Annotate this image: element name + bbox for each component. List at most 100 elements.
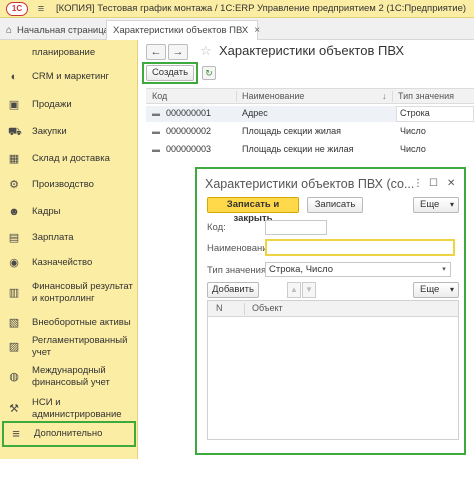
table-row[interactable]: ▬ 000000001 Адрес Строка (146, 106, 474, 122)
sidebar-item-purchases[interactable]: ⛟ Закупки (0, 125, 138, 139)
code-field[interactable] (265, 220, 327, 235)
sidebar-item-crm[interactable]: ◐ CRM и маркетинг (0, 70, 138, 84)
more-options-icon[interactable]: ⋮ (413, 178, 423, 189)
hr-icon: ☻ (8, 206, 20, 218)
type-label: Тип значения: (207, 265, 269, 276)
treasury-icon: ◉ (9, 257, 19, 269)
create-button[interactable]: Создать (146, 65, 194, 81)
chevron-down-icon: ▾ (449, 200, 454, 209)
dialog-title: Характеристики объектов ПВХ (со... (205, 177, 415, 191)
close-tab-icon[interactable]: × (254, 25, 260, 36)
column-header-n[interactable]: N (216, 303, 223, 313)
row-type: Число (400, 144, 426, 154)
row-item-icon: ▬ (152, 145, 160, 154)
value-type-field[interactable]: Строка, Число ▾ (265, 262, 451, 277)
sidebar-item-additional[interactable]: ≡ Дополнительно (2, 421, 136, 447)
menu-icon[interactable]: ≡ (34, 2, 48, 16)
warehouse-icon: ▦ (8, 153, 20, 165)
refresh-icon[interactable]: ↻ (202, 66, 216, 80)
finance-icon: ▥ (8, 287, 20, 299)
sidebar-item-production[interactable]: ⚙ Производство (0, 178, 138, 192)
characteristic-dialog: Характеристики объектов ПВХ (со... ⋮ ☐ ✕… (195, 167, 466, 455)
accounting-icon: ▨ (8, 341, 20, 353)
table-row[interactable]: ▬ 000000002 Площадь секции жилая Число (146, 124, 474, 140)
sidebar-item-hr[interactable]: ☻ Кадры (0, 205, 138, 219)
tab-bar: ⌂ Начальная страница Характеристики объе… (0, 18, 474, 40)
sidebar-item-planning[interactable]: планирование (0, 46, 138, 60)
code-label: Код: (207, 222, 226, 233)
row-type: Число (400, 126, 426, 136)
name-field[interactable] (265, 239, 455, 256)
row-code: 000000002 (166, 126, 212, 136)
column-header-object[interactable]: Объект (252, 303, 283, 313)
page-title: Характеристики объектов ПВХ (219, 43, 405, 58)
sort-icon: ↓ (382, 91, 387, 101)
window-titlebar: 1С ≡ [КОПИЯ] Тестовая график монтажа / 1… (0, 0, 474, 18)
favorite-star-icon[interactable]: ☆ (200, 43, 212, 59)
assets-icon: ▧ (8, 317, 20, 329)
row-name: Площадь секции жилая (242, 126, 342, 136)
row-code: 000000001 (166, 108, 212, 118)
row-item-icon: ▬ (152, 109, 160, 118)
column-separator (392, 91, 393, 102)
production-icon: ⚙ (9, 179, 19, 191)
write-and-close-button[interactable]: Записать и закрыть (207, 197, 299, 224)
sales-icon: ▣ (8, 99, 20, 111)
menu-icon: ≡ (12, 426, 20, 441)
column-header-type[interactable]: Тип значения (398, 91, 454, 101)
objects-table-header: N Объект (208, 301, 458, 317)
sidebar-item-sales[interactable]: ▣ Продажи (0, 98, 138, 112)
salary-icon: ▤ (8, 232, 20, 244)
column-header-name[interactable]: Наименование (242, 91, 304, 101)
sidebar-item-assets[interactable]: ▧ Внеоборотные активы (0, 316, 138, 330)
window-title: [КОПИЯ] Тестовая график монтажа / 1С:ERP… (56, 3, 467, 14)
column-separator (236, 91, 237, 102)
admin-icon: ⚒ (9, 403, 19, 415)
sidebar-item-intl-accounting[interactable]: ◍ Международный финансовый учет (0, 364, 138, 390)
purchases-icon: ⛟ (8, 126, 22, 138)
sidebar-item-accounting[interactable]: ▨ Регламентированный учет (0, 335, 138, 358)
tab-label: Характеристики объектов ПВХ (113, 25, 249, 36)
back-button[interactable]: ← (146, 44, 166, 60)
intl-accounting-icon: ◍ (9, 371, 19, 383)
column-separator (244, 303, 245, 315)
sidebar-item-admin[interactable]: ⚒ НСИ и администрирование (0, 396, 138, 422)
home-icon: ⌂ (6, 24, 13, 36)
app-logo: 1С (6, 1, 28, 16)
move-up-button[interactable]: ▲ (287, 282, 301, 298)
tab-home[interactable]: ⌂ Начальная страница (0, 20, 109, 40)
write-button[interactable]: Записать (307, 197, 363, 213)
sidebar-item-treasury[interactable]: ◉ Казначейство (0, 256, 138, 270)
chevron-down-icon: ▾ (449, 285, 454, 294)
value-type-text: Строка, Число (269, 264, 334, 275)
chevron-down-icon[interactable]: ▾ (438, 263, 450, 276)
more-button-label: Еще (420, 199, 440, 210)
move-down-button[interactable]: ▼ (302, 282, 316, 298)
sidebar-item-warehouse[interactable]: ▦ Склад и доставка (0, 152, 138, 166)
planning-icon (8, 47, 20, 59)
table-more-button[interactable]: Еще ▾ (413, 282, 459, 298)
add-button[interactable]: Добавить (207, 282, 259, 298)
more-button[interactable]: Еще ▾ (413, 197, 459, 213)
sidebar-item-finance[interactable]: ▥ Финансовый результат и контроллинг (0, 280, 138, 306)
crm-icon: ◐ (10, 71, 18, 83)
create-button-highlight: Создать (142, 62, 198, 84)
row-item-icon: ▬ (152, 127, 160, 136)
sidebar: планирование ◐ CRM и маркетинг ▣ Продажи… (0, 40, 138, 459)
table-header: Код Наименование ↓ Тип значения (146, 88, 474, 104)
tab-label: Начальная страница (17, 24, 109, 36)
sidebar-scroll-strip (0, 487, 138, 499)
close-icon[interactable]: ✕ (447, 178, 455, 189)
table-row[interactable]: ▬ 000000003 Площадь секции не жилая Числ… (146, 142, 474, 158)
row-code: 000000003 (166, 144, 212, 154)
column-header-code[interactable]: Код (152, 91, 167, 101)
maximize-icon[interactable]: ☐ (429, 178, 438, 189)
more-button-label: Еще (420, 284, 440, 295)
row-type: Строка (400, 108, 430, 118)
forward-button[interactable]: → (168, 44, 188, 60)
row-name: Адрес (242, 108, 268, 118)
objects-table: N Объект (207, 300, 459, 440)
row-name: Площадь секции не жилая (242, 144, 354, 154)
sidebar-item-salary[interactable]: ▤ Зарплата (0, 231, 138, 245)
tab-characteristics[interactable]: Характеристики объектов ПВХ × (106, 20, 260, 40)
